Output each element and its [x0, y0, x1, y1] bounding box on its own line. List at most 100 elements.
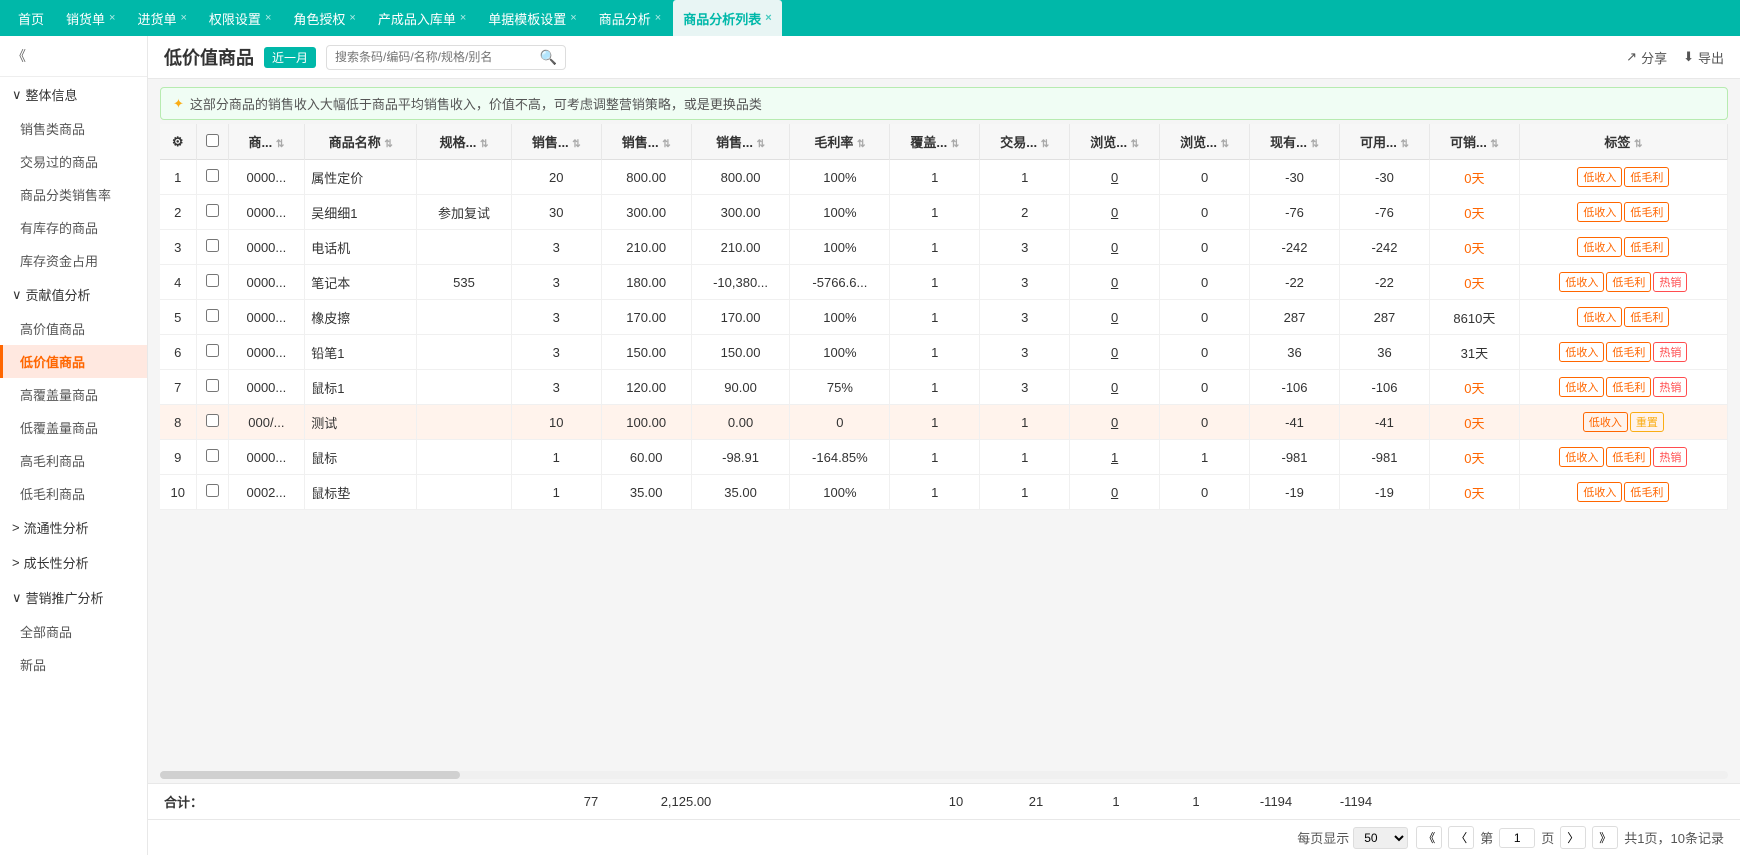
- col-tags[interactable]: 标签 ⇅: [1519, 124, 1727, 160]
- table-scrollbar[interactable]: [160, 771, 1728, 779]
- col-sale2[interactable]: 销售... ⇅: [601, 124, 691, 160]
- row-checkbox[interactable]: [196, 405, 228, 440]
- row-checkbox[interactable]: [196, 475, 228, 510]
- row-checkbox-input[interactable]: [206, 204, 219, 217]
- row-browse1[interactable]: 0: [1070, 195, 1160, 230]
- filter-tag[interactable]: 近一月: [264, 47, 316, 68]
- row-checkbox-input[interactable]: [206, 379, 219, 392]
- row-checkbox-input[interactable]: [206, 344, 219, 357]
- row-checkbox-input[interactable]: [206, 449, 219, 462]
- row-browse1[interactable]: 0: [1070, 265, 1160, 300]
- row-checkbox[interactable]: [196, 195, 228, 230]
- sidebar-item-new-products[interactable]: 新品: [0, 648, 147, 681]
- col-browse2[interactable]: 浏览... ⇅: [1160, 124, 1250, 160]
- col-browse1[interactable]: 浏览... ⇅: [1070, 124, 1160, 160]
- search-input[interactable]: [335, 50, 534, 64]
- row-browse1[interactable]: 0: [1070, 160, 1160, 195]
- sidebar-item-low-coverage[interactable]: 低覆盖量商品: [0, 411, 147, 444]
- select-all-checkbox[interactable]: [206, 134, 219, 147]
- close-icon[interactable]: ×: [265, 12, 271, 24]
- col-current-stock[interactable]: 现有... ⇅: [1250, 124, 1340, 160]
- close-icon[interactable]: ×: [655, 12, 661, 24]
- nav-template[interactable]: 单据模板设置 ×: [478, 0, 586, 36]
- close-icon[interactable]: ×: [109, 12, 115, 24]
- prev-page-button[interactable]: 〈: [1448, 826, 1474, 849]
- col-saleable[interactable]: 可销... ⇅: [1429, 124, 1519, 160]
- close-icon[interactable]: ×: [570, 12, 576, 24]
- sidebar-group-contribution[interactable]: ∨ 贡献值分析: [0, 277, 147, 312]
- table-container[interactable]: ⚙ 商... ⇅ 商品名称 ⇅ 规格... ⇅ 销售... ⇅ 销售... ⇅ …: [160, 124, 1728, 771]
- nav-product-analysis-list[interactable]: 商品分析列表 ×: [673, 0, 781, 36]
- col-profit-rate[interactable]: 毛利率 ⇅: [790, 124, 890, 160]
- row-checkbox-input[interactable]: [206, 169, 219, 182]
- col-sale3[interactable]: 销售... ⇅: [691, 124, 790, 160]
- nav-home[interactable]: 首页: [8, 0, 54, 36]
- col-sale1[interactable]: 销售... ⇅: [511, 124, 601, 160]
- sidebar-item-high-value[interactable]: 高价值商品: [0, 312, 147, 345]
- sidebar-item-low-value[interactable]: 低价值商品: [0, 345, 147, 378]
- sidebar-item-high-coverage[interactable]: 高覆盖量商品: [0, 378, 147, 411]
- nav-product-analysis[interactable]: 商品分析 ×: [589, 0, 671, 36]
- row-checkbox[interactable]: [196, 370, 228, 405]
- last-page-button[interactable]: 》: [1592, 826, 1618, 849]
- row-browse1[interactable]: 0: [1070, 370, 1160, 405]
- scrollbar-thumb[interactable]: [160, 771, 460, 779]
- search-icon[interactable]: 🔍: [540, 49, 557, 66]
- col-spec[interactable]: 规格... ⇅: [417, 124, 512, 160]
- row-checkbox-input[interactable]: [206, 309, 219, 322]
- col-coverage[interactable]: 覆盖... ⇅: [890, 124, 980, 160]
- col-code[interactable]: 商... ⇅: [228, 124, 305, 160]
- sidebar-item-low-profit[interactable]: 低毛利商品: [0, 477, 147, 510]
- first-page-button[interactable]: 《: [1416, 826, 1442, 849]
- row-browse1[interactable]: 0: [1070, 230, 1160, 265]
- row-checkbox[interactable]: [196, 160, 228, 195]
- row-checkbox-input[interactable]: [206, 274, 219, 287]
- row-browse1[interactable]: 0: [1070, 300, 1160, 335]
- close-icon[interactable]: ×: [180, 12, 186, 24]
- sidebar-collapse-btn[interactable]: 《: [8, 42, 30, 70]
- col-checkbox[interactable]: [196, 124, 228, 160]
- page-number-input[interactable]: [1499, 828, 1535, 848]
- close-icon[interactable]: ×: [765, 12, 771, 24]
- sidebar-group-marketing[interactable]: ∨ 营销推广分析: [0, 580, 147, 615]
- row-checkbox[interactable]: [196, 230, 228, 265]
- col-settings[interactable]: ⚙: [160, 124, 196, 160]
- sidebar-group-growth[interactable]: > 成长性分析: [0, 545, 147, 580]
- row-browse1[interactable]: 1: [1070, 440, 1160, 475]
- row-checkbox[interactable]: [196, 300, 228, 335]
- sidebar-group-overall[interactable]: ∨ 整体信息: [0, 77, 147, 112]
- sidebar-item-all-products[interactable]: 全部商品: [0, 615, 147, 648]
- row-browse1[interactable]: 0: [1070, 475, 1160, 510]
- row-checkbox-input[interactable]: [206, 484, 219, 497]
- sidebar-item-high-profit[interactable]: 高毛利商品: [0, 444, 147, 477]
- row-browse1[interactable]: 0: [1070, 335, 1160, 370]
- nav-permission[interactable]: 权限设置 ×: [199, 0, 281, 36]
- export-button[interactable]: ⬇ 导出: [1683, 48, 1724, 67]
- sidebar-item-sales-products[interactable]: 销售类商品: [0, 112, 147, 145]
- sidebar-group-flow[interactable]: > 流通性分析: [0, 510, 147, 545]
- row-checkbox-input[interactable]: [206, 414, 219, 427]
- nav-sales-order[interactable]: 销货单 ×: [56, 0, 125, 36]
- row-checkbox-input[interactable]: [206, 239, 219, 252]
- sidebar-item-category-rate[interactable]: 商品分类销售率: [0, 178, 147, 211]
- page-size-select[interactable]: 50 100 200: [1353, 827, 1408, 849]
- sidebar-item-traded-products[interactable]: 交易过的商品: [0, 145, 147, 178]
- search-box[interactable]: 🔍: [326, 45, 566, 70]
- sidebar-item-stock-products[interactable]: 有库存的商品: [0, 211, 147, 244]
- sidebar-item-stock-capital[interactable]: 库存资金占用: [0, 244, 147, 277]
- row-checkbox[interactable]: [196, 265, 228, 300]
- close-icon[interactable]: ×: [460, 12, 466, 24]
- nav-role-auth[interactable]: 角色授权 ×: [283, 0, 365, 36]
- col-available[interactable]: 可用... ⇅: [1339, 124, 1429, 160]
- row-checkbox[interactable]: [196, 335, 228, 370]
- next-page-button[interactable]: 〉: [1560, 826, 1586, 849]
- share-button[interactable]: ↗ 分享: [1626, 48, 1667, 67]
- nav-purchase-order[interactable]: 进货单 ×: [127, 0, 196, 36]
- col-name[interactable]: 商品名称 ⇅: [305, 124, 417, 160]
- row-tags: 低收入低毛利热销: [1519, 335, 1727, 370]
- row-browse1[interactable]: 0: [1070, 405, 1160, 440]
- row-checkbox[interactable]: [196, 440, 228, 475]
- nav-product-storage[interactable]: 产成品入库单 ×: [368, 0, 476, 36]
- close-icon[interactable]: ×: [349, 12, 355, 24]
- col-trade[interactable]: 交易... ⇅: [980, 124, 1070, 160]
